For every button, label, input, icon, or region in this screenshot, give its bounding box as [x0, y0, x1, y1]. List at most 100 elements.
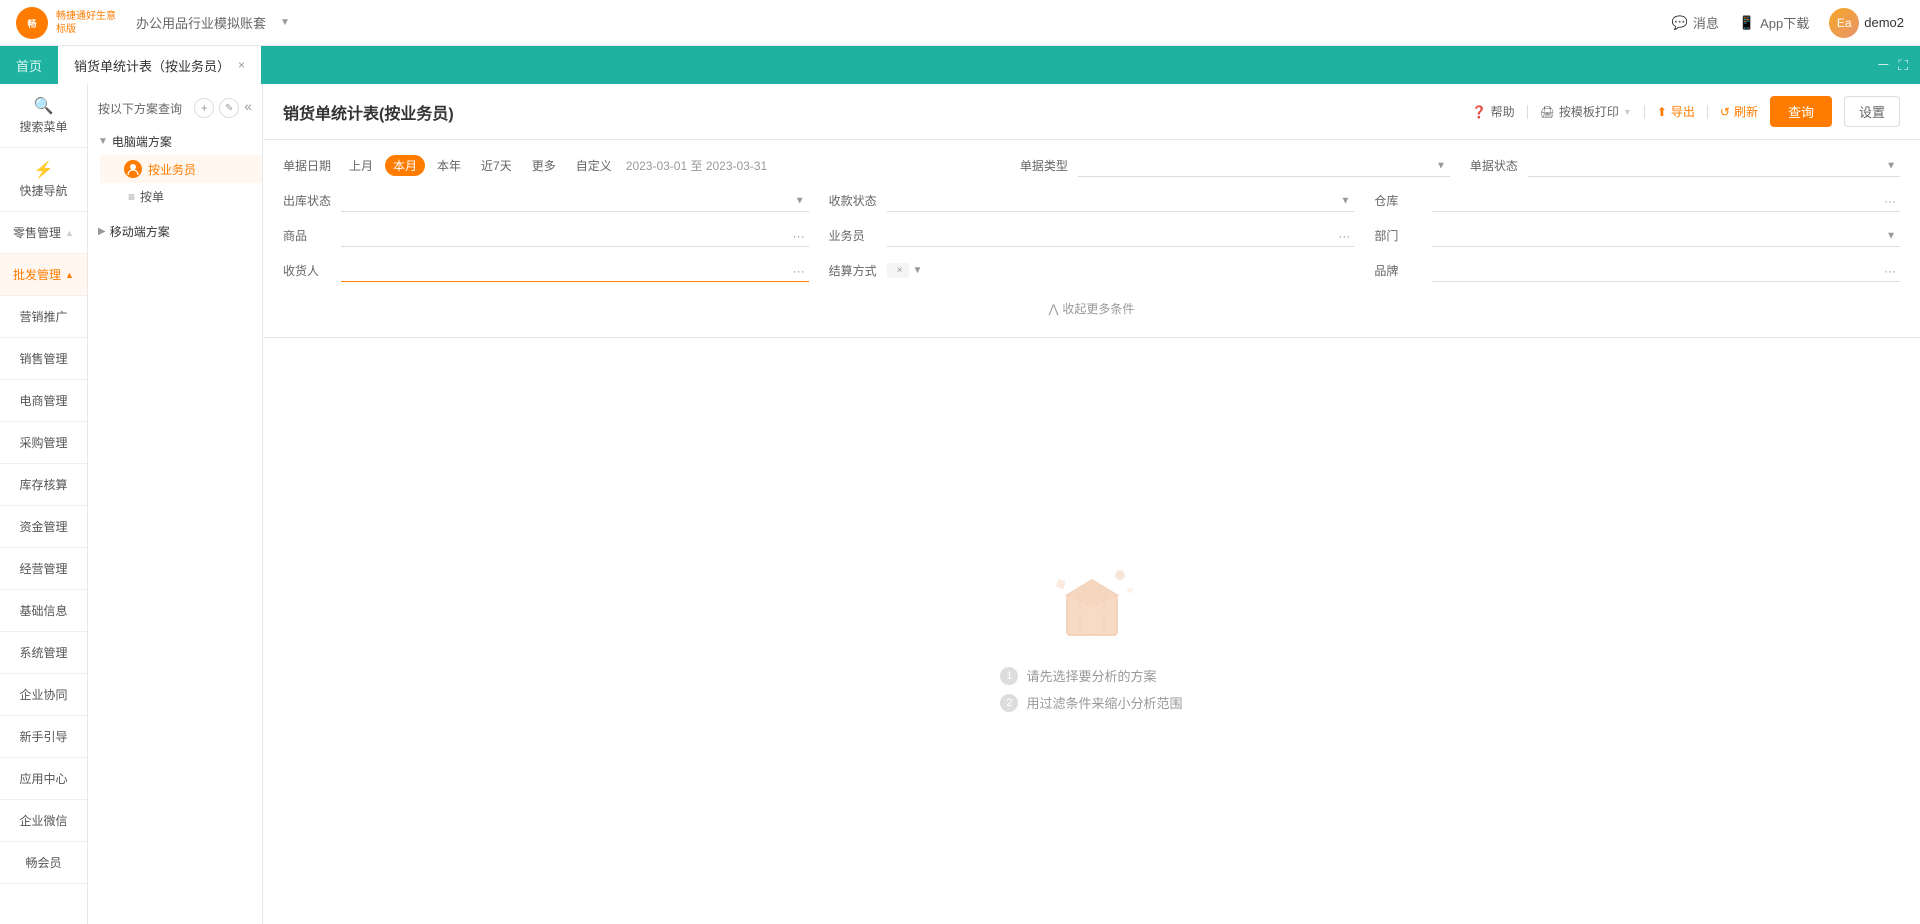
panel-edit-button[interactable]: ✎: [219, 98, 239, 118]
tip-1-text: 请先选择要分析的方案: [1026, 666, 1156, 685]
print-button[interactable]: 🖨 按模板打印 ▼: [1540, 103, 1632, 120]
warehouse-input[interactable]: [1432, 189, 1900, 212]
message-button[interactable]: 💬 消息: [1672, 13, 1719, 32]
desktop-group-label: 电脑端方案: [112, 133, 172, 150]
out-status-input[interactable]: [341, 189, 809, 212]
sidebar-item-quick-nav[interactable]: ⚡ 快捷导航: [0, 148, 87, 212]
action-divider-2: [1644, 105, 1645, 119]
scheme-item-by-salesperson[interactable]: 按业务员: [100, 155, 262, 183]
sidebar-item-finance[interactable]: 资金管理: [0, 506, 87, 548]
sidebar-item-marketing[interactable]: 营销推广: [0, 296, 87, 338]
settings-button[interactable]: 设置: [1844, 96, 1900, 127]
sidebar-item-enterprise[interactable]: 企业协同: [0, 674, 87, 716]
dept-control: ▼: [1432, 224, 1900, 247]
message-icon: 💬: [1672, 15, 1688, 31]
mobile-group-label: 移动端方案: [110, 223, 170, 240]
export-button[interactable]: ⬆ 导出: [1657, 103, 1695, 120]
date-tab-last-7[interactable]: 近7天: [473, 155, 520, 176]
date-tab-last-month[interactable]: 上月: [341, 155, 381, 176]
brand-label: 品牌: [1374, 262, 1424, 279]
date-tab-custom[interactable]: 自定义: [568, 155, 620, 176]
filter-goods-field: 商品 ···: [283, 224, 809, 247]
receiver-input[interactable]: [341, 259, 809, 282]
export-icon: ⬆: [1657, 105, 1667, 119]
print-icon: 🖨: [1540, 105, 1555, 119]
salesperson-input[interactable]: [887, 224, 1355, 247]
collapse-filters-button[interactable]: ⋀ 收起更多条件: [283, 294, 1900, 323]
payment-tag-close[interactable]: ×: [897, 265, 903, 276]
user-area[interactable]: Ea demo2: [1829, 8, 1904, 38]
sidebar-item-wholesale[interactable]: 批发管理 ▲: [0, 254, 87, 296]
doc-status-label: 单据状态: [1470, 157, 1520, 174]
payment-control: × ▼: [887, 263, 1355, 278]
tab-minimize-button[interactable]: －: [1876, 55, 1890, 75]
user-name: demo2: [1864, 15, 1904, 30]
tab-home[interactable]: 首页: [0, 46, 58, 84]
sidebar-item-guide[interactable]: 新手引导: [0, 716, 87, 758]
goods-input[interactable]: [341, 224, 809, 247]
scheme-item-by-order[interactable]: ≡ 按单: [100, 183, 262, 210]
tab-close-icon[interactable]: ×: [238, 58, 245, 72]
sidebar-item-purchase[interactable]: 采购管理: [0, 422, 87, 464]
date-tabs: 上月 本月 本年 近7天 更多 自定义: [341, 155, 620, 176]
logo-area: 畅 畅捷通好生意 标版: [16, 7, 116, 39]
salesperson-more-icon[interactable]: ···: [1338, 229, 1350, 243]
sidebar-item-guide-label: 新手引导: [19, 730, 67, 744]
receiver-control: ···: [341, 259, 809, 282]
salesperson-label: 业务员: [829, 227, 879, 244]
receiver-more-icon[interactable]: ···: [793, 264, 805, 278]
sidebar-item-sales-mgmt-label: 销售管理: [19, 352, 67, 366]
date-tab-this-year[interactable]: 本年: [429, 155, 469, 176]
refresh-button[interactable]: ↺ 刷新: [1720, 103, 1758, 120]
empty-tips: 1 请先选择要分析的方案 2 用过滤条件来缩小分析范围: [1000, 666, 1182, 712]
mobile-group-title[interactable]: ▶ 移动端方案: [88, 218, 262, 245]
sidebar-item-inventory[interactable]: 库存核算: [0, 464, 87, 506]
warehouse-more-icon[interactable]: ···: [1884, 194, 1896, 208]
tab-bar: 首页 销货单统计表（按业务员） × － ⛶: [0, 46, 1920, 84]
sidebar-item-search[interactable]: 🔍 搜索菜单: [0, 84, 87, 148]
date-tab-this-month[interactable]: 本月: [385, 155, 425, 176]
tab-home-label: 首页: [16, 56, 42, 75]
message-label: 消息: [1693, 13, 1719, 32]
sidebar-item-member[interactable]: 畅会员: [0, 842, 87, 884]
sidebar: 🔍 搜索菜单 ⚡ 快捷导航 零售管理 ▲ 批发管理 ▲ 营销推广 销售管理 电商…: [0, 84, 88, 924]
order-icon: ≡: [128, 190, 135, 204]
doc-status-input[interactable]: [1528, 154, 1900, 177]
sidebar-item-inventory-label: 库存核算: [19, 478, 67, 492]
content-area: 按以下方案查询 + ✎ « ▼ 电脑端方案: [88, 84, 1920, 924]
date-tab-more[interactable]: 更多: [524, 155, 564, 176]
filter-receiver-field: 收货人 ···: [283, 259, 809, 282]
query-button[interactable]: 查询: [1770, 96, 1832, 127]
sidebar-item-basic-info[interactable]: 基础信息: [0, 590, 87, 632]
panel-add-button[interactable]: +: [194, 98, 214, 118]
goods-more-icon[interactable]: ···: [793, 229, 805, 243]
panel-collapse-button[interactable]: «: [244, 98, 252, 118]
sidebar-item-sales-mgmt[interactable]: 销售管理: [0, 338, 87, 380]
warehouse-control: ···: [1432, 189, 1900, 212]
sidebar-item-retail[interactable]: 零售管理 ▲: [0, 212, 87, 254]
page-header: 销货单统计表(按业务员) ❓ 帮助 🖨 按模板打印 ▼ ⬆: [263, 84, 1920, 140]
sidebar-item-wechat[interactable]: 企业微信: [0, 800, 87, 842]
brand-input[interactable]: [1432, 259, 1900, 282]
export-label: 导出: [1671, 103, 1695, 120]
tab-sales-stats[interactable]: 销货单统计表（按业务员） ×: [58, 46, 261, 84]
doc-type-input[interactable]: [1078, 154, 1450, 177]
brand-more-icon[interactable]: ···: [1884, 264, 1896, 278]
tab-maximize-button[interactable]: ⛶: [1898, 57, 1908, 74]
date-filter-label: 单据日期: [283, 157, 333, 174]
sidebar-item-app-center[interactable]: 应用中心: [0, 758, 87, 800]
help-button[interactable]: ❓ 帮助: [1472, 103, 1515, 120]
sidebar-item-operations[interactable]: 经营管理: [0, 548, 87, 590]
app-title-dropdown-icon[interactable]: ▼: [280, 17, 290, 28]
collapse-icon: ⋀: [1049, 302, 1059, 316]
dept-input[interactable]: [1432, 224, 1900, 247]
desktop-group-title[interactable]: ▼ 电脑端方案: [88, 128, 262, 155]
header-right: 💬 消息 📱 App下载 Ea demo2: [1672, 8, 1904, 38]
left-panel: 按以下方案查询 + ✎ « ▼ 电脑端方案: [88, 84, 263, 924]
sidebar-item-system[interactable]: 系统管理: [0, 632, 87, 674]
top-header: 畅 畅捷通好生意 标版 办公用品行业模拟账套 ▼ 💬 消息 📱 App下载 Ea…: [0, 0, 1920, 46]
app-download-button[interactable]: 📱 App下载: [1739, 13, 1809, 32]
collect-status-input[interactable]: [887, 189, 1355, 212]
sidebar-item-ecommerce[interactable]: 电商管理: [0, 380, 87, 422]
collect-status-control: ▼: [887, 189, 1355, 212]
